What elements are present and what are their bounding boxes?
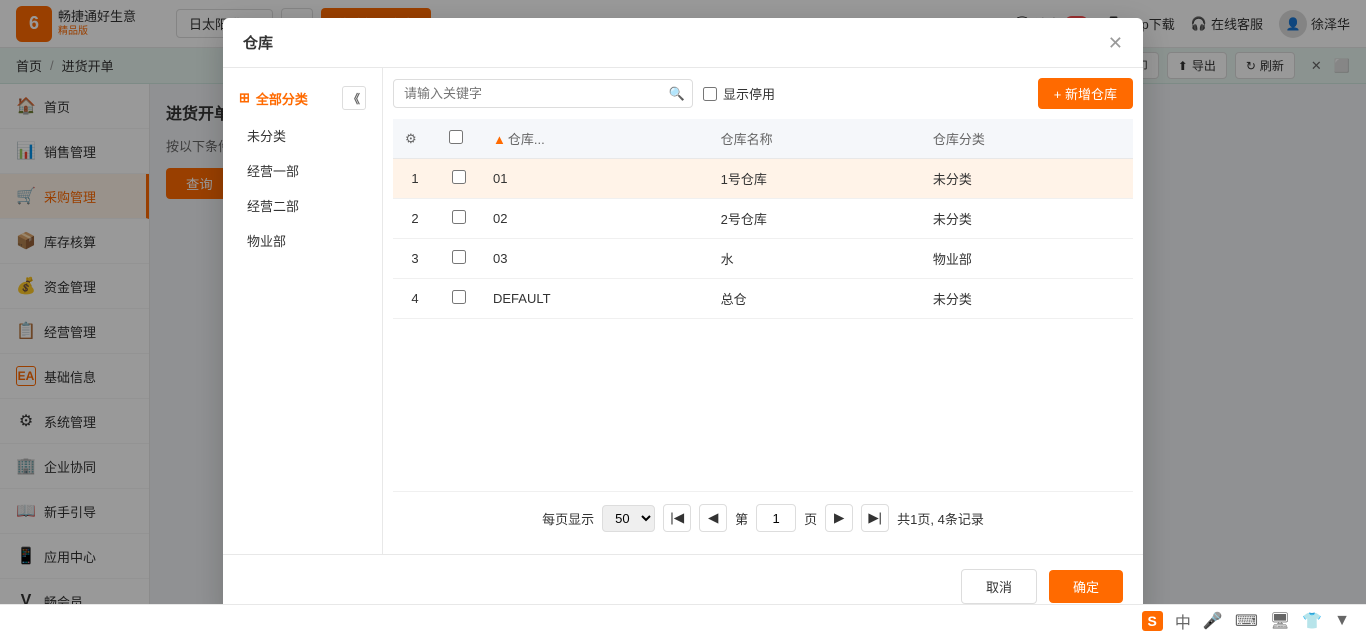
- select-all-checkbox[interactable]: [449, 130, 463, 144]
- search-input[interactable]: [393, 79, 693, 108]
- per-page-select[interactable]: 50: [602, 505, 655, 532]
- category-panel: ⊞ 全部分类 《 未分类 经营一部 经营二部 物业部: [223, 68, 383, 554]
- row-category: 未分类: [921, 159, 1133, 199]
- row-checkbox[interactable]: [452, 250, 466, 264]
- row-name: 总仓: [709, 279, 921, 319]
- row-code: DEFAULT: [481, 279, 709, 319]
- s-logo: S: [1142, 611, 1163, 631]
- keyboard-icon[interactable]: ⌨: [1235, 611, 1258, 631]
- first-page-button[interactable]: |◀: [663, 504, 691, 532]
- row-name: 1号仓库: [709, 159, 921, 199]
- table-row[interactable]: 3 03 水 物业部: [393, 239, 1133, 279]
- row-code: 03: [481, 239, 709, 279]
- row-category: 未分类: [921, 199, 1133, 239]
- grid-icon: ⊞: [239, 90, 250, 106]
- col-category: 仓库分类: [921, 119, 1133, 159]
- table-row[interactable]: 2 02 2号仓库 未分类: [393, 199, 1133, 239]
- search-icon[interactable]: 🔍: [669, 86, 685, 102]
- collapse-button[interactable]: 《: [342, 86, 366, 110]
- cat-item-dept1[interactable]: 经营一部: [223, 153, 382, 188]
- zh-label[interactable]: 中: [1175, 609, 1191, 633]
- cat-item-property[interactable]: 物业部: [223, 223, 382, 258]
- page-label: 第: [735, 509, 748, 528]
- bottom-bar: S 中 🎤 ⌨ 🖥 👕 ▼: [0, 604, 1366, 636]
- page-suffix: 页: [804, 509, 817, 528]
- page-number-input[interactable]: [756, 504, 796, 532]
- table-header: ⚙ ▲仓库... 仓库名称 仓库分类: [393, 119, 1133, 159]
- dropdown-icon[interactable]: ▼: [1334, 612, 1350, 630]
- cancel-button[interactable]: 取消: [961, 569, 1037, 604]
- category-all[interactable]: ⊞ 全部分类 《: [223, 78, 382, 118]
- mic-icon[interactable]: 🎤: [1203, 611, 1223, 631]
- table-panel: 🔍 显示停用 + 新增仓库 ⚙: [383, 68, 1143, 554]
- per-page-label: 每页显示: [542, 509, 594, 528]
- row-checkbox-cell: [437, 279, 481, 319]
- monitor-icon[interactable]: 🖥: [1270, 611, 1290, 631]
- row-code: 02: [481, 199, 709, 239]
- row-index: 2: [393, 199, 437, 239]
- show-disabled-label: 显示停用: [703, 84, 775, 103]
- row-index: 1: [393, 159, 437, 199]
- row-checkbox[interactable]: [452, 210, 466, 224]
- modal-body: ⊞ 全部分类 《 未分类 经营一部 经营二部 物业部 🔍: [223, 68, 1143, 554]
- modal-overlay: 仓库 ✕ ⊞ 全部分类 《 未分类 经营一部 经营二部 物业部: [0, 0, 1366, 636]
- row-name: 2号仓库: [709, 199, 921, 239]
- row-category: 物业部: [921, 239, 1133, 279]
- row-checkbox[interactable]: [452, 170, 466, 184]
- warehouse-table: ⚙ ▲仓库... 仓库名称 仓库分类: [393, 119, 1133, 319]
- row-index: 4: [393, 279, 437, 319]
- gear-icon: ⚙: [405, 131, 417, 146]
- category-all-label: 全部分类: [256, 89, 308, 108]
- shirt-icon[interactable]: 👕: [1302, 611, 1322, 631]
- row-name: 水: [709, 239, 921, 279]
- row-checkbox[interactable]: [452, 290, 466, 304]
- row-code: 01: [481, 159, 709, 199]
- add-warehouse-button[interactable]: + 新增仓库: [1038, 78, 1133, 109]
- table-row[interactable]: 1 01 1号仓库 未分类: [393, 159, 1133, 199]
- row-category: 未分类: [921, 279, 1133, 319]
- last-page-button[interactable]: ▶|: [861, 504, 889, 532]
- search-bar: 🔍 显示停用 + 新增仓库: [393, 78, 1133, 109]
- row-checkbox-cell: [437, 199, 481, 239]
- search-input-wrap: 🔍: [393, 79, 693, 108]
- modal-title: 仓库: [243, 32, 273, 53]
- col-checkbox: [437, 119, 481, 159]
- row-checkbox-cell: [437, 239, 481, 279]
- show-disabled-checkbox[interactable]: [703, 87, 717, 101]
- row-index: 3: [393, 239, 437, 279]
- table-body: 1 01 1号仓库 未分类 2: [393, 159, 1133, 319]
- col-name: 仓库名称: [709, 119, 921, 159]
- next-page-button[interactable]: ▶: [825, 504, 853, 532]
- col-settings: ⚙: [393, 119, 437, 159]
- cat-item-unclassified[interactable]: 未分类: [223, 118, 382, 153]
- table-row[interactable]: 4 DEFAULT 总仓 未分类: [393, 279, 1133, 319]
- total-records: 共1页, 4条记录: [897, 509, 984, 528]
- pagination: 每页显示 50 |◀ ◀ 第 页 ▶ ▶| 共1页, 4条记录: [393, 491, 1133, 544]
- modal-close-button[interactable]: ✕: [1108, 34, 1123, 52]
- prev-page-button[interactable]: ◀: [699, 504, 727, 532]
- row-checkbox-cell: [437, 159, 481, 199]
- cat-item-dept2[interactable]: 经营二部: [223, 188, 382, 223]
- col-code: ▲仓库...: [481, 119, 709, 159]
- warehouse-modal: 仓库 ✕ ⊞ 全部分类 《 未分类 经营一部 经营二部 物业部: [223, 18, 1143, 618]
- modal-header: 仓库 ✕: [223, 18, 1143, 68]
- confirm-button[interactable]: 确定: [1049, 570, 1123, 603]
